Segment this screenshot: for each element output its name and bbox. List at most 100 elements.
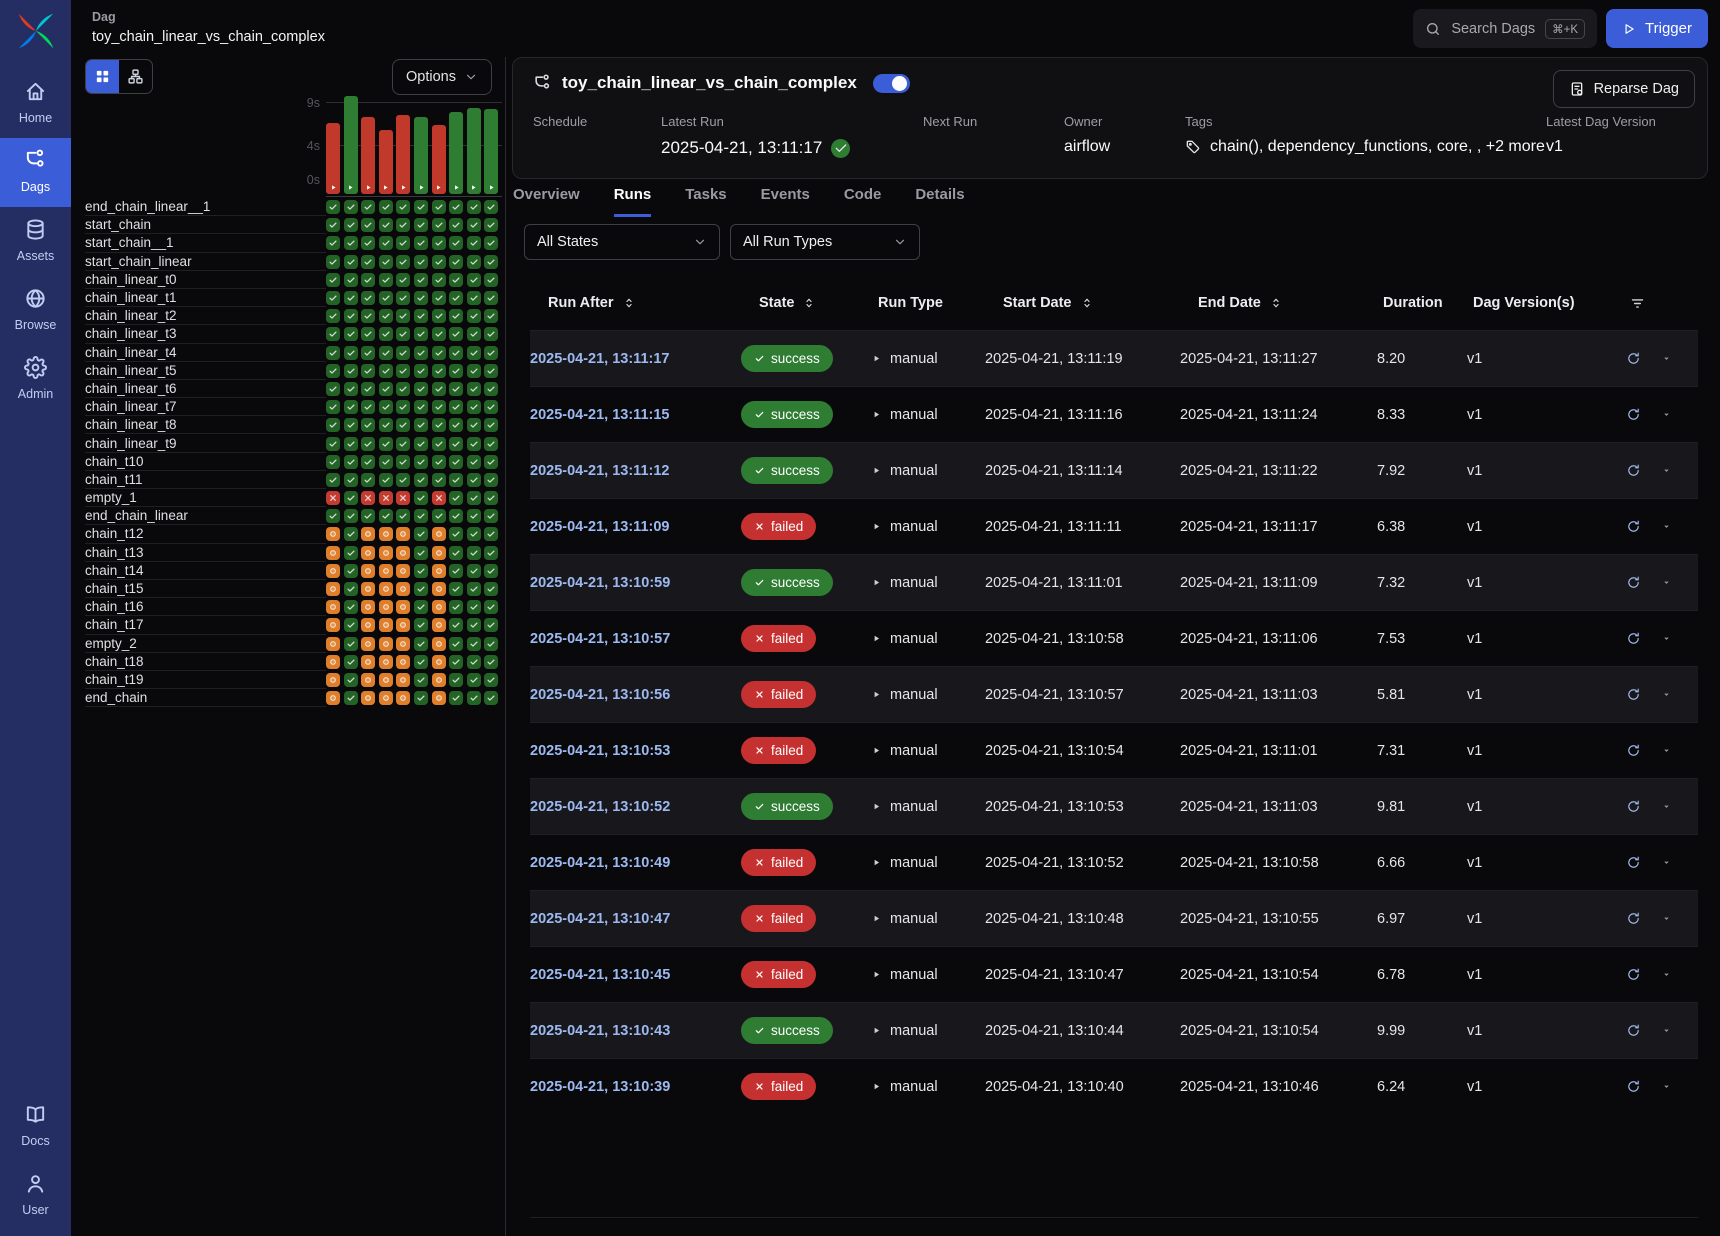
task-instance-upstream_failed[interactable] (379, 600, 393, 614)
task-instance-success[interactable] (467, 473, 481, 487)
task-instance-success[interactable] (379, 382, 393, 396)
run-options-caret[interactable] (1661, 465, 1672, 476)
dag-pause-toggle[interactable] (873, 74, 910, 93)
run-duration-bar[interactable] (396, 115, 410, 194)
task-instance-success[interactable] (361, 200, 375, 214)
task-instance-success[interactable] (379, 455, 393, 469)
task-instance-success[interactable] (467, 655, 481, 669)
task-instance-success[interactable] (344, 327, 358, 341)
run-after-link[interactable]: 2025-04-21, 13:11:15 (530, 407, 669, 423)
task-name[interactable]: chain_linear_t2 (85, 307, 326, 325)
tab-overview[interactable]: Overview (513, 186, 580, 217)
task-instance-success[interactable] (414, 273, 428, 287)
task-instance-upstream_failed[interactable] (361, 564, 375, 578)
task-instance-success[interactable] (414, 473, 428, 487)
task-instance-success[interactable] (467, 546, 481, 560)
task-instance-success[interactable] (361, 273, 375, 287)
task-instance-upstream_failed[interactable] (361, 546, 375, 560)
task-instance-success[interactable] (361, 309, 375, 323)
task-instance-success[interactable] (449, 527, 463, 541)
run-after-link[interactable]: 2025-04-21, 13:10:43 (530, 1023, 670, 1039)
task-instance-success[interactable] (379, 400, 393, 414)
task-instance-success[interactable] (326, 455, 340, 469)
task-instance-success[interactable] (379, 200, 393, 214)
task-instance-upstream_failed[interactable] (432, 600, 446, 614)
task-instance-upstream_failed[interactable] (432, 546, 446, 560)
task-instance-upstream_failed[interactable] (432, 655, 446, 669)
task-instance-success[interactable] (449, 255, 463, 269)
task-instance-upstream_failed[interactable] (396, 546, 410, 560)
task-instance-failed[interactable] (326, 491, 340, 505)
task-instance-success[interactable] (344, 236, 358, 250)
task-name[interactable]: chain_t10 (85, 453, 326, 471)
task-instance-success[interactable] (344, 346, 358, 360)
run-duration-bar[interactable] (484, 109, 498, 194)
task-instance-success[interactable] (326, 346, 340, 360)
run-duration-bar[interactable] (379, 130, 393, 194)
task-instance-success[interactable] (414, 655, 428, 669)
task-instance-success[interactable] (449, 618, 463, 632)
task-name[interactable]: chain_t12 (85, 525, 326, 543)
task-instance-success[interactable] (361, 327, 375, 341)
task-instance-upstream_failed[interactable] (396, 618, 410, 632)
task-instance-success[interactable] (467, 527, 481, 541)
task-instance-success[interactable] (344, 455, 358, 469)
task-name[interactable]: chain_t13 (85, 544, 326, 562)
task-instance-success[interactable] (484, 491, 498, 505)
task-instance-success[interactable] (344, 618, 358, 632)
task-instance-success[interactable] (467, 382, 481, 396)
task-instance-success[interactable] (449, 400, 463, 414)
grid-view-button[interactable] (86, 60, 119, 93)
task-instance-success[interactable] (484, 637, 498, 651)
task-instance-success[interactable] (467, 200, 481, 214)
sidebar-item-home[interactable]: Home (0, 69, 71, 138)
task-instance-success[interactable] (449, 346, 463, 360)
task-instance-success[interactable] (361, 236, 375, 250)
run-after-link[interactable]: 2025-04-21, 13:11:12 (530, 463, 669, 479)
task-instance-success[interactable] (361, 291, 375, 305)
task-instance-success[interactable] (484, 327, 498, 341)
task-instance-success[interactable] (344, 218, 358, 232)
clear-run-button[interactable] (1626, 463, 1641, 478)
filter-select-all-run-types[interactable]: All Run Types (730, 224, 920, 260)
task-instance-success[interactable] (379, 291, 393, 305)
task-instance-success[interactable] (484, 309, 498, 323)
task-instance-success[interactable] (396, 255, 410, 269)
task-instance-success[interactable] (396, 200, 410, 214)
clear-run-button[interactable] (1626, 687, 1641, 702)
task-instance-success[interactable] (344, 546, 358, 560)
task-instance-success[interactable] (484, 564, 498, 578)
task-instance-success[interactable] (396, 364, 410, 378)
clear-run-button[interactable] (1626, 407, 1641, 422)
task-instance-success[interactable] (326, 473, 340, 487)
task-instance-upstream_failed[interactable] (361, 673, 375, 687)
task-instance-success[interactable] (467, 582, 481, 596)
column-header-run-after[interactable]: Run After (530, 295, 741, 311)
task-instance-failed[interactable] (379, 491, 393, 505)
task-instance-success[interactable] (484, 273, 498, 287)
task-instance-upstream_failed[interactable] (326, 637, 340, 651)
clear-run-button[interactable] (1626, 799, 1641, 814)
run-duration-bar[interactable] (414, 117, 428, 194)
clear-run-button[interactable] (1626, 855, 1641, 870)
task-instance-success[interactable] (414, 346, 428, 360)
task-instance-success[interactable] (379, 309, 393, 323)
task-instance-success[interactable] (467, 346, 481, 360)
run-after-link[interactable]: 2025-04-21, 13:10:49 (530, 855, 670, 871)
clear-run-button[interactable] (1626, 1023, 1641, 1038)
task-name[interactable]: chain_linear_t3 (85, 325, 326, 343)
task-instance-upstream_failed[interactable] (361, 618, 375, 632)
task-instance-success[interactable] (432, 509, 446, 523)
task-name[interactable]: end_chain (85, 689, 326, 707)
task-instance-success[interactable] (467, 509, 481, 523)
task-instance-success[interactable] (326, 418, 340, 432)
task-instance-success[interactable] (344, 273, 358, 287)
task-name[interactable]: chain_linear_t9 (85, 434, 326, 452)
column-header-end-date[interactable]: End Date (1180, 295, 1365, 311)
task-instance-success[interactable] (449, 309, 463, 323)
task-instance-success[interactable] (326, 382, 340, 396)
clear-run-button[interactable] (1626, 967, 1641, 982)
task-instance-success[interactable] (432, 400, 446, 414)
task-instance-success[interactable] (449, 637, 463, 651)
task-instance-upstream_failed[interactable] (396, 527, 410, 541)
